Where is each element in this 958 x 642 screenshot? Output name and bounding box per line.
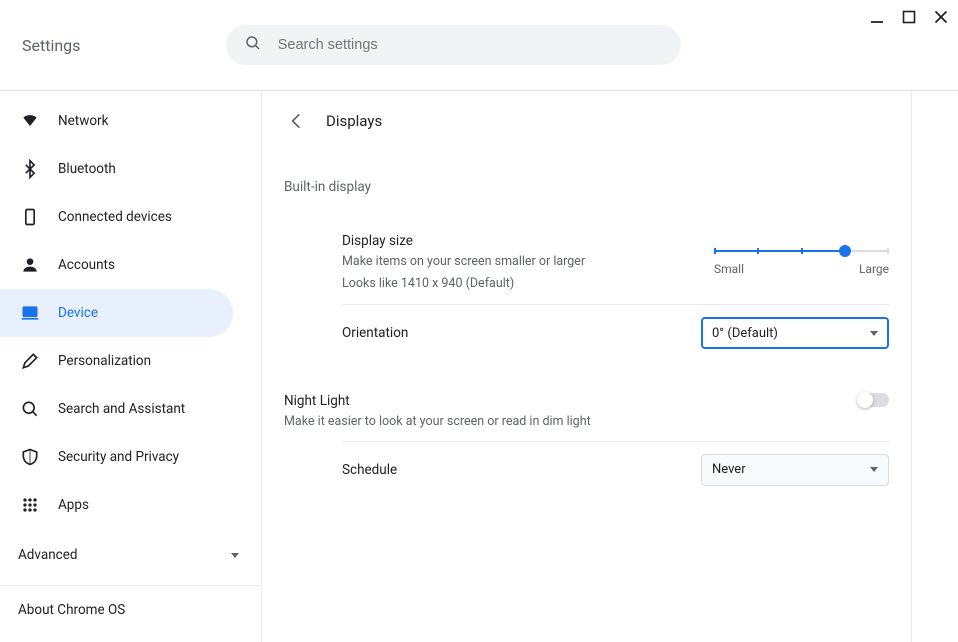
wifi-icon: [20, 111, 40, 131]
minimize-button[interactable]: [868, 8, 886, 26]
search-icon: [20, 399, 40, 419]
sidebar-item-label: Apps: [58, 497, 89, 513]
night-light-toggle[interactable]: [859, 393, 889, 407]
slider-small-label: Small: [714, 262, 744, 276]
sidebar-item-label: Security and Privacy: [58, 449, 179, 465]
chevron-down-icon: [870, 331, 878, 336]
maximize-button[interactable]: [900, 8, 918, 26]
sidebar-item-label: Connected devices: [58, 209, 172, 225]
sidebar-item-label: Search and Assistant: [58, 401, 185, 417]
built-in-section-label: Built-in display: [284, 179, 889, 195]
slider-large-label: Large: [859, 262, 889, 276]
advanced-label: Advanced: [18, 547, 78, 563]
back-button[interactable]: [284, 109, 308, 133]
display-size-title: Display size: [342, 233, 714, 249]
sidebar-item-search-assistant[interactable]: Search and Assistant: [0, 385, 233, 433]
person-icon: [20, 255, 40, 275]
app-title: Settings: [22, 36, 80, 55]
laptop-icon: [20, 303, 40, 323]
sidebar-item-bluetooth[interactable]: Bluetooth: [0, 145, 233, 193]
window-controls: [868, 8, 950, 26]
display-size-slider[interactable]: Small Large: [714, 250, 889, 276]
sidebar-advanced[interactable]: Advanced: [0, 531, 261, 579]
sidebar-about[interactable]: About Chrome OS: [0, 586, 261, 618]
about-label: About Chrome OS: [18, 602, 125, 618]
close-button[interactable]: [932, 8, 950, 26]
shield-icon: [20, 447, 40, 467]
sidebar-item-network[interactable]: Network: [0, 97, 233, 145]
search-icon: [244, 34, 262, 56]
orientation-title: Orientation: [342, 325, 701, 341]
pencil-icon: [20, 351, 40, 371]
sidebar-item-label: Network: [58, 113, 108, 129]
phone-icon: [20, 207, 40, 227]
sidebar-item-security[interactable]: Security and Privacy: [0, 433, 233, 481]
content-area: Displays Built-in display Display size M…: [262, 91, 912, 642]
schedule-value: Never: [712, 462, 746, 477]
orientation-dropdown[interactable]: 0° (Default): [701, 317, 889, 349]
night-light-title: Night Light: [284, 393, 859, 409]
sidebar-item-device[interactable]: Device: [0, 289, 233, 337]
sidebar-item-label: Device: [58, 305, 98, 321]
header: Settings: [0, 0, 958, 90]
sidebar-item-accounts[interactable]: Accounts: [0, 241, 233, 289]
orientation-value: 0° (Default): [712, 326, 778, 341]
sidebar-item-personalization[interactable]: Personalization: [0, 337, 233, 385]
search-box[interactable]: [226, 25, 681, 65]
schedule-title: Schedule: [342, 462, 701, 478]
schedule-dropdown[interactable]: Never: [701, 454, 889, 486]
sidebar-item-label: Accounts: [58, 257, 115, 273]
sidebar: Network Bluetooth Connected devices Acco…: [0, 91, 262, 642]
sidebar-item-label: Bluetooth: [58, 161, 116, 177]
page-title: Displays: [326, 112, 382, 130]
night-light-subtitle: Make it easier to look at your screen or…: [284, 413, 859, 431]
apps-icon: [20, 495, 40, 515]
sidebar-item-connected-devices[interactable]: Connected devices: [0, 193, 233, 241]
display-size-resolution: Looks like 1410 x 940 (Default): [342, 275, 714, 293]
chevron-down-icon: [870, 467, 878, 472]
sidebar-item-apps[interactable]: Apps: [0, 481, 233, 529]
sidebar-item-label: Personalization: [58, 353, 151, 369]
chevron-down-icon: [231, 553, 239, 558]
bluetooth-icon: [20, 159, 40, 179]
search-input[interactable]: [278, 37, 663, 53]
display-size-subtitle: Make items on your screen smaller or lar…: [342, 253, 714, 271]
slider-thumb[interactable]: [839, 245, 851, 257]
